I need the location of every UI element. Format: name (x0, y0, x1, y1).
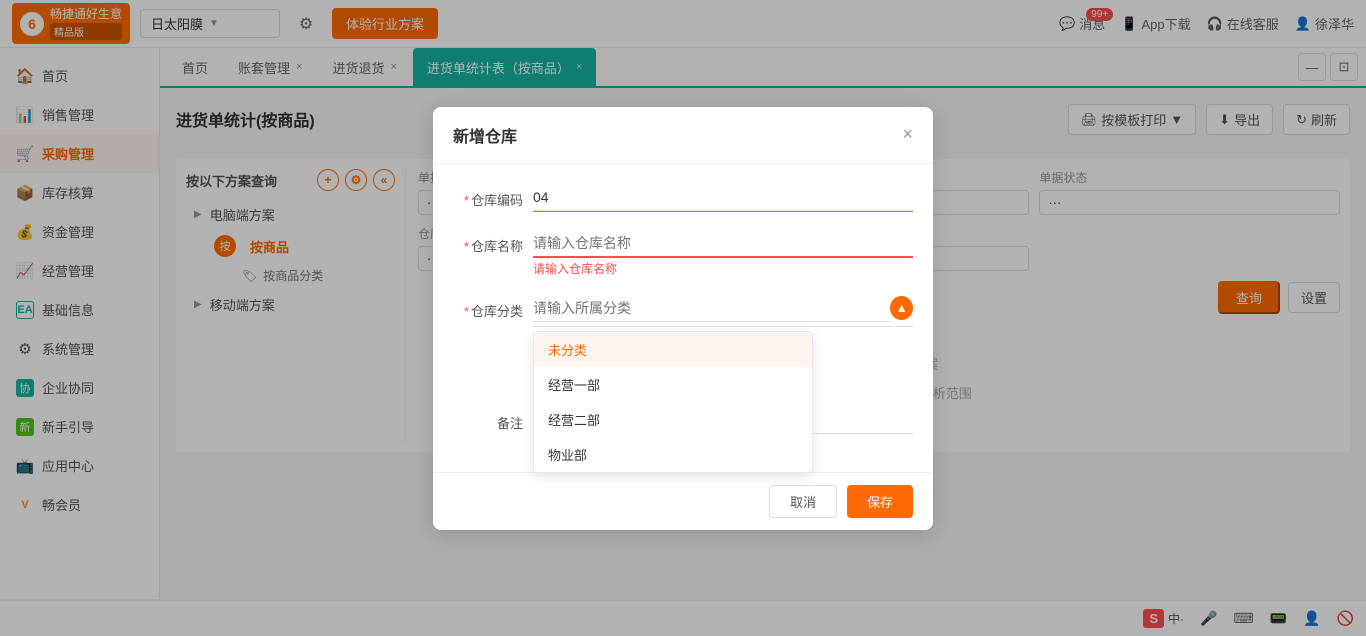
cancel-button[interactable]: 取消 (769, 485, 837, 518)
category-dropdown-toggle[interactable]: ▲ (890, 296, 913, 320)
notes-label: 备注 (453, 407, 533, 432)
category-input[interactable] (533, 295, 890, 322)
code-label: 仓库编码 (453, 184, 533, 209)
code-input[interactable] (533, 184, 913, 211)
form-row-code: 仓库编码 (453, 184, 913, 212)
dropdown-option-dept2[interactable]: 经营二部 (534, 402, 812, 437)
form-row-category: 仓库分类 ▲ 未分类 经营一部 经营二部 物业部 (453, 295, 913, 327)
category-control: ▲ 未分类 经营一部 经营二部 物业部 (533, 295, 913, 327)
modal-overlay[interactable]: 新增仓库 × 仓库编码 仓库名称 请输入仓库名称 (0, 0, 1366, 636)
dropdown-option-property[interactable]: 物业部 (534, 437, 812, 472)
category-dropdown: 未分类 经营一部 经营二部 物业部 (533, 331, 813, 473)
modal-header: 新增仓库 × (433, 107, 933, 164)
modal-body: 仓库编码 仓库名称 请输入仓库名称 仓库分类 (433, 164, 933, 472)
modal-new-warehouse: 新增仓库 × 仓库编码 仓库名称 请输入仓库名称 (433, 107, 933, 530)
name-label: 仓库名称 (453, 230, 533, 255)
dropdown-option-dept1[interactable]: 经营一部 (534, 367, 812, 402)
modal-footer: 取消 保存 (433, 472, 933, 530)
name-control: 请输入仓库名称 (533, 230, 913, 277)
form-row-name: 仓库名称 请输入仓库名称 (453, 230, 913, 277)
name-error: 请输入仓库名称 (533, 260, 913, 277)
modal-title: 新增仓库 (453, 123, 517, 147)
modal-close-button[interactable]: × (902, 124, 913, 145)
code-control (533, 184, 913, 212)
category-label: 仓库分类 (453, 295, 533, 320)
save-button[interactable]: 保存 (847, 485, 913, 518)
dropdown-option-uncategorized[interactable]: 未分类 (534, 332, 812, 367)
name-input[interactable] (533, 230, 913, 258)
